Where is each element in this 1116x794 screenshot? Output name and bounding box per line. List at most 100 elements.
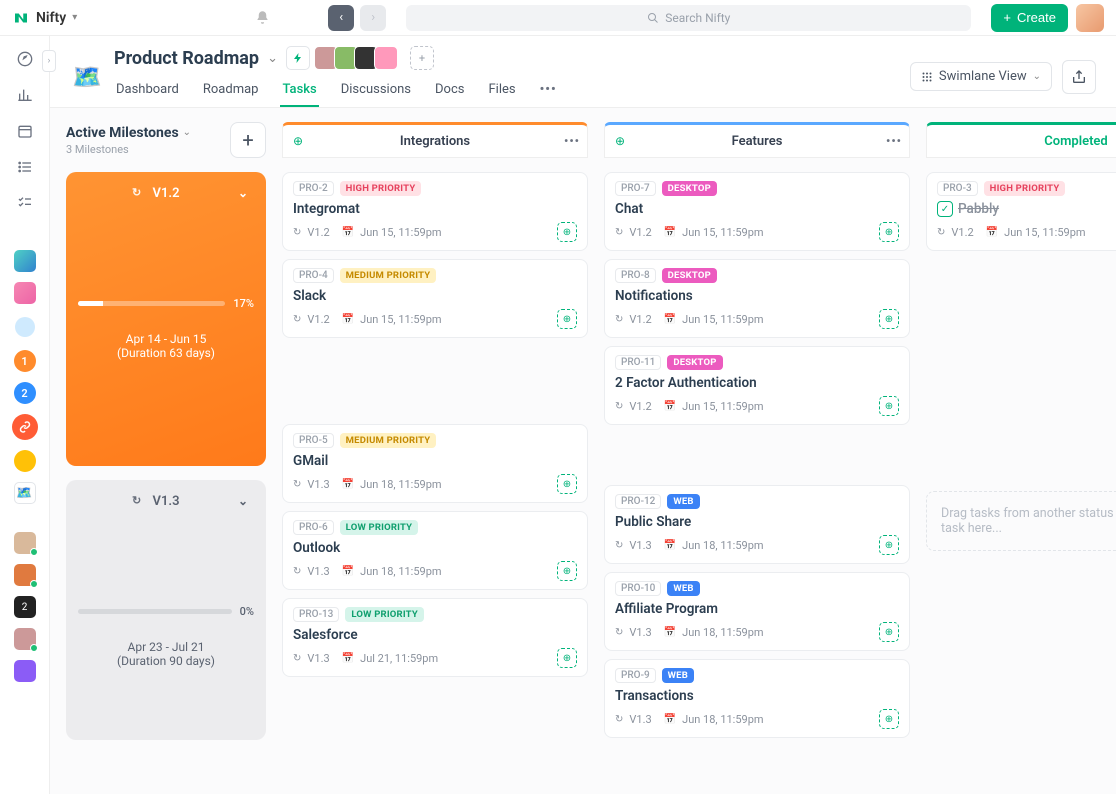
calendar-icon: 📅 [664,714,676,725]
add-milestone-button[interactable]: + [230,122,266,158]
task-due: Jun 18, 11:59pm [682,626,763,639]
add-member-button[interactable]: + [410,46,434,70]
task-due: Jun 15, 11:59pm [682,226,763,239]
tab-docs[interactable]: Docs [433,74,466,107]
assign-button[interactable]: ⊕ [557,309,577,329]
task-title: Outlook [293,540,577,556]
tab-files[interactable]: Files [486,74,517,107]
analytics-icon[interactable] [12,82,38,108]
tab-roadmap[interactable]: Roadmap [201,74,261,107]
project-color-2[interactable] [14,282,36,304]
assign-button[interactable]: ⊕ [879,709,899,729]
compass-icon[interactable] [12,46,38,72]
task-card[interactable]: PRO-5 MEDIUM PRIORITY GMail ↻V1.3 📅Jun 1… [282,424,588,503]
assign-button[interactable]: ⊕ [557,222,577,242]
column-completed: Completed PRO-3 HIGH PRIORITY ✓Pabbly ↻V… [926,122,1116,780]
calendar-icon: 📅 [664,401,676,412]
task-card[interactable]: PRO-3 HIGH PRIORITY ✓Pabbly ↻V1.2 📅Jun 1… [926,172,1116,251]
calendar-icon: 📅 [342,653,354,664]
workspace-switcher[interactable]: Nifty ▾ [12,9,77,27]
task-card[interactable]: PRO-4 MEDIUM PRIORITY Slack ↻V1.2 📅Jun 1… [282,259,588,338]
team-avatar-4[interactable] [14,660,36,682]
calendar-icon[interactable] [12,118,38,144]
automation-button[interactable] [286,46,310,70]
link-icon[interactable] [12,414,38,440]
drop-zone[interactable]: Drag tasks from another status or add a … [926,491,1116,551]
column-menu-icon[interactable]: ••• [557,134,587,148]
task-version: V1.3 [307,565,329,578]
task-card[interactable]: PRO-8 DESKTOP Notifications ↻V1.2 📅Jun 1… [604,259,910,338]
priority-badge: LOW PRIORITY [340,520,419,535]
assign-button[interactable]: ⊕ [879,396,899,416]
tab-tasks[interactable]: Tasks [280,74,318,107]
tab-more[interactable]: ••• [538,74,559,107]
project-color-1[interactable] [14,250,36,272]
task-card[interactable]: PRO-11 DESKTOP 2 Factor Authentication ↻… [604,346,910,425]
calendar-icon: 📅 [342,227,354,238]
task-card[interactable]: PRO-13 LOW PRIORITY Salesforce ↻V1.3 📅Ju… [282,598,588,677]
assign-button[interactable]: ⊕ [879,535,899,555]
milestone-card-v12[interactable]: ↻V1.2⌄ 17% Apr 14 - Jun 15 (Duration 63 … [66,172,266,466]
user-avatar[interactable] [1076,4,1104,32]
badge-blue[interactable]: 2 [14,382,36,404]
share-icon [1071,69,1087,85]
task-version: V1.3 [307,652,329,665]
assign-button[interactable]: ⊕ [879,309,899,329]
share-button[interactable] [1062,60,1096,94]
column-integrations: ⊕ Integrations ••• PRO-2 HIGH PRIORITY I… [282,122,588,780]
task-id: PRO-9 [615,668,656,683]
chevron-down-icon[interactable]: ⌄ [267,51,278,66]
task-card[interactable]: PRO-10 WEB Affiliate Program ↻V1.3 📅Jun … [604,572,910,651]
circle-avatar-icon[interactable] [12,314,38,340]
project-title[interactable]: Product Roadmap [114,48,259,69]
task-card[interactable]: PRO-2 HIGH PRIORITY Integromat ↻V1.2 📅Ju… [282,172,588,251]
tab-discussions[interactable]: Discussions [339,74,413,107]
calendar-icon: 📅 [664,627,676,638]
plus-icon: + [1003,10,1011,25]
task-card[interactable]: PRO-6 LOW PRIORITY Outlook ↻V1.3 📅Jun 18… [282,511,588,590]
task-card[interactable]: PRO-12 WEB Public Share ↻V1.3 📅Jun 18, 1… [604,485,910,564]
chevron-down-icon[interactable]: ⌄ [238,494,248,508]
tab-dashboard[interactable]: Dashboard [114,74,181,107]
workspace-name: Nifty [36,10,66,26]
create-button[interactable]: + Create [991,4,1068,32]
task-title: 2 Factor Authentication [615,375,899,391]
assign-button[interactable]: ⊕ [557,648,577,668]
task-card[interactable]: PRO-7 DESKTOP Chat ↻V1.2 📅Jun 15, 11:59p… [604,172,910,251]
team-avatar-1[interactable] [14,532,36,554]
task-version: V1.2 [951,226,973,239]
list-icon[interactable] [12,154,38,180]
milestone-dates: Apr 23 - Jul 21 [78,640,254,654]
task-title: ✓Pabbly [937,201,1116,217]
milestone-card-v13[interactable]: ↻V1.3⌄ 0% Apr 23 - Jul 21 (Duration 90 d… [66,480,266,740]
badge-orange[interactable]: 1 [14,350,36,372]
assign-button[interactable]: ⊕ [557,474,577,494]
column-menu-icon[interactable]: ••• [879,134,909,148]
column-header: ⊕ Features ••• [604,122,910,158]
assign-button[interactable]: ⊕ [879,622,899,642]
chevron-down-icon[interactable]: ⌄ [183,127,191,138]
assign-button[interactable]: ⊕ [879,222,899,242]
check-icon: ✓ [937,201,953,217]
project-map-active[interactable]: 🗺️ [14,482,36,504]
add-person-icon[interactable]: ⊕ [605,134,635,148]
member-avatars[interactable] [318,46,398,70]
team-avatar-3[interactable] [14,628,36,650]
calendar-icon: 📅 [664,540,676,551]
assign-button[interactable]: ⊕ [557,561,577,581]
count-tile[interactable]: 2 [14,596,36,618]
chevron-down-icon[interactable]: ⌄ [238,186,248,200]
milestones-title[interactable]: Active Milestones [66,125,179,141]
view-switcher[interactable]: Swimlane View ⌄ [910,62,1052,91]
priority-badge: WEB [667,581,699,596]
team-avatar-2[interactable] [14,564,36,586]
add-person-icon[interactable]: ⊕ [283,134,313,148]
search-input[interactable]: Search Nifty [406,5,971,31]
milestones-column: Active Milestones ⌄ 3 Milestones + ↻V1.2… [66,122,266,780]
notifications-icon[interactable] [255,10,270,25]
tasks-icon[interactable] [12,190,38,216]
nav-back-button[interactable]: ‹ [328,5,354,31]
task-card[interactable]: PRO-9 WEB Transactions ↻V1.3 📅Jun 18, 11… [604,659,910,738]
project-yellow[interactable] [14,450,36,472]
left-sidebar: 1 2 🗺️ 2 › [0,36,50,794]
